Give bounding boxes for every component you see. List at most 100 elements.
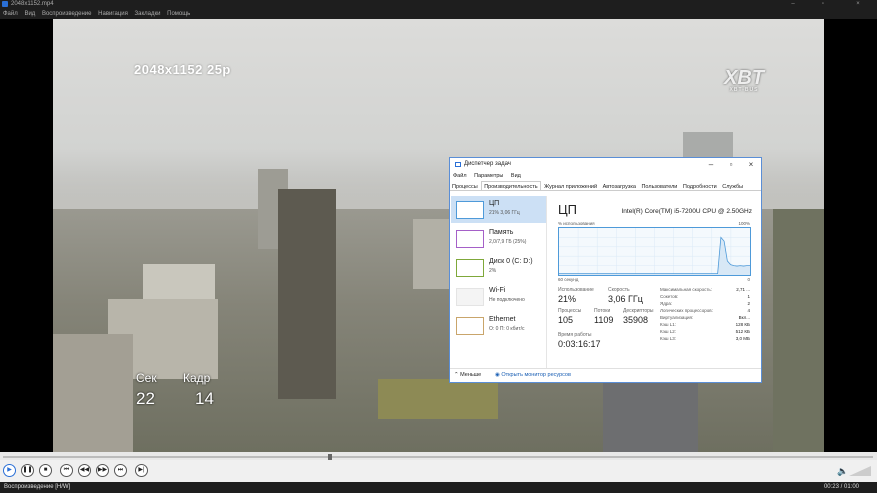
detail-key: Максимальная скорость: [660,287,713,292]
sidebar-item-disk[interactable]: Диск 0 (C: D:) 2% [451,254,546,281]
stat-label: Использование [558,287,594,293]
detail-value: 4 [747,308,750,313]
graph-label-left: % использования [558,221,595,226]
speaker-icon[interactable]: 🔈 [837,466,848,476]
graph-zero-label: 0 [747,277,750,282]
tm-menu-options[interactable]: Параметры [474,173,503,179]
player-controls: ▶ ❚❚ ■ ⏮ ◀◀ ▶▶ ⏭ ▶| 🔈 [0,460,877,482]
cpu-model: Intel(R) Core(TM) i5-7200U CPU @ 2.50GHz [621,208,753,215]
detail-value: 2 [747,301,750,306]
menu-navigation[interactable]: Навигация [98,9,128,19]
sidebar-item-cpu[interactable]: ЦП 21% 3,06 ГГц [451,196,546,223]
building [413,219,453,289]
stat-threads: Потоки 1109 [594,308,613,325]
playback-time: 00:23 / 01:00 [823,484,859,490]
tab-app-history[interactable]: Журнал приложений [542,182,599,190]
tm-footer: ⌃ Меньше ◉ Открыть монитор ресурсов [450,368,761,382]
tm-menu-view[interactable]: Вид [511,173,521,179]
close-button[interactable]: × [843,0,873,9]
detail-value: 512 КБ [735,329,750,334]
detail-row: Кэш L3: 3,0 МБ [660,336,750,343]
menu-bar: Файл Вид Воспроизведение Навигация Закла… [0,9,877,19]
maximize-button[interactable]: ▫ [808,0,838,9]
perf-sidebar: ЦП 21% 3,06 ГГц Память 2,0/7,9 ГБ (25%) … [451,196,547,368]
seconds-value: 22 [136,389,155,408]
detail-row: Виртуализация: Вкл... [660,315,750,322]
sidebar-item-value: Не подключено [489,297,525,303]
tm-title: Диспетчер задач [464,161,511,167]
detail-key: Логических процессоров: [660,308,713,313]
sidebar-item-value: 2% [489,268,497,274]
stat-label: Время работы [558,332,592,338]
detail-row: Кэш L1: 128 КБ [660,322,750,329]
logo-text: XBT [724,67,764,89]
tm-menu-file[interactable]: Файл [453,173,467,179]
rewind-button[interactable]: ◀◀ [78,464,91,477]
detail-key: Кэш L2: [660,329,677,334]
seek-track[interactable] [3,456,873,458]
tm-tabs: Процессы Производительность Журнал прило… [450,181,761,191]
next-button[interactable]: ⏭ [114,464,127,477]
seek-bar[interactable] [0,452,877,460]
volume-control[interactable]: 🔈 [837,465,873,477]
sidebar-item-label: Диск 0 (C: D:) [489,258,533,265]
disk-thumbnail [456,259,484,277]
open-resource-monitor-link[interactable]: ◉ Открыть монитор ресурсов [495,369,571,382]
tab-services[interactable]: Службы [720,182,745,190]
play-button[interactable]: ▶ [3,464,16,477]
tab-details[interactable]: Подробности [681,182,719,190]
tm-minimize-button[interactable]: – [700,159,722,170]
sidebar-item-value: 2,0/7,9 ГБ (25%) [489,239,527,245]
tm-close-button[interactable]: × [740,159,762,170]
frame-step-button[interactable]: ▶| [135,464,148,477]
frame-value: 14 [195,389,214,408]
stat-handles: Дескрипторы 35908 [623,308,654,325]
detail-key: Кэш L1: [660,322,677,327]
sidebar-item-ethernet[interactable]: Ethernet О: 0 П: 0 кбит/с [451,312,546,339]
cpu-usage-graph [558,227,751,276]
fewer-details-button[interactable]: ⌃ Меньше [454,369,481,382]
stat-processes: Процессы 105 [558,308,581,325]
cpu-panel: ЦП Intel(R) Core(TM) i5-7200U CPU @ 2.50… [554,196,758,372]
tab-processes[interactable]: Процессы [450,182,480,190]
stat-label: Скорость [608,287,630,293]
stop-button[interactable]: ■ [39,464,52,477]
menu-bookmarks[interactable]: Закладки [134,9,160,19]
logo-subtext: XBT-BUS [729,87,759,93]
sidebar-item-value: О: 0 П: 0 кбит/с [489,326,525,332]
tab-performance[interactable]: Производительность [481,181,541,190]
stat-value: 35908 [623,315,649,325]
sidebar-item-label: Ethernet [489,316,516,323]
menu-playback[interactable]: Воспроизведение [42,9,92,19]
menu-file[interactable]: Файл [3,9,18,19]
building [773,209,824,452]
pause-button[interactable]: ❚❚ [21,464,34,477]
minimize-button[interactable]: – [778,0,808,9]
tm-title-bar[interactable]: Диспетчер задач – ▫ × [450,158,761,171]
sidebar-item-label: ЦП [489,200,500,207]
stat-label: Потоки [594,308,611,314]
tab-startup[interactable]: Автозагрузка [601,182,638,190]
menu-view[interactable]: Вид [24,9,35,19]
previous-button[interactable]: ⏮ [60,464,73,477]
task-manager-icon [455,162,461,167]
detail-key: Кэш L3: [660,336,677,341]
building [603,379,698,452]
sidebar-item-wifi[interactable]: Wi-Fi Не подключено [451,283,546,310]
memory-thumbnail [456,230,484,248]
tm-maximize-button[interactable]: ▫ [720,159,742,170]
detail-row: Кэш L2: 512 КБ [660,329,750,336]
volume-slider[interactable] [849,466,871,476]
graph-time-label: 60 секунд [558,277,579,282]
stat-label: Дескрипторы [623,308,654,314]
menu-help[interactable]: Помощь [167,9,190,19]
sidebar-item-label: Память [489,229,514,236]
detail-row: Сокетов: 1 [660,294,750,301]
sidebar-item-memory[interactable]: Память 2,0/7,9 ГБ (25%) [451,225,546,252]
forward-button[interactable]: ▶▶ [96,464,109,477]
detail-row: Ядра: 2 [660,301,750,308]
building [53,334,133,452]
task-manager-window[interactable]: Диспетчер задач – ▫ × Файл Параметры Вид… [449,157,762,383]
tab-users[interactable]: Пользователи [639,182,679,190]
stat-label: Процессы [558,308,582,314]
